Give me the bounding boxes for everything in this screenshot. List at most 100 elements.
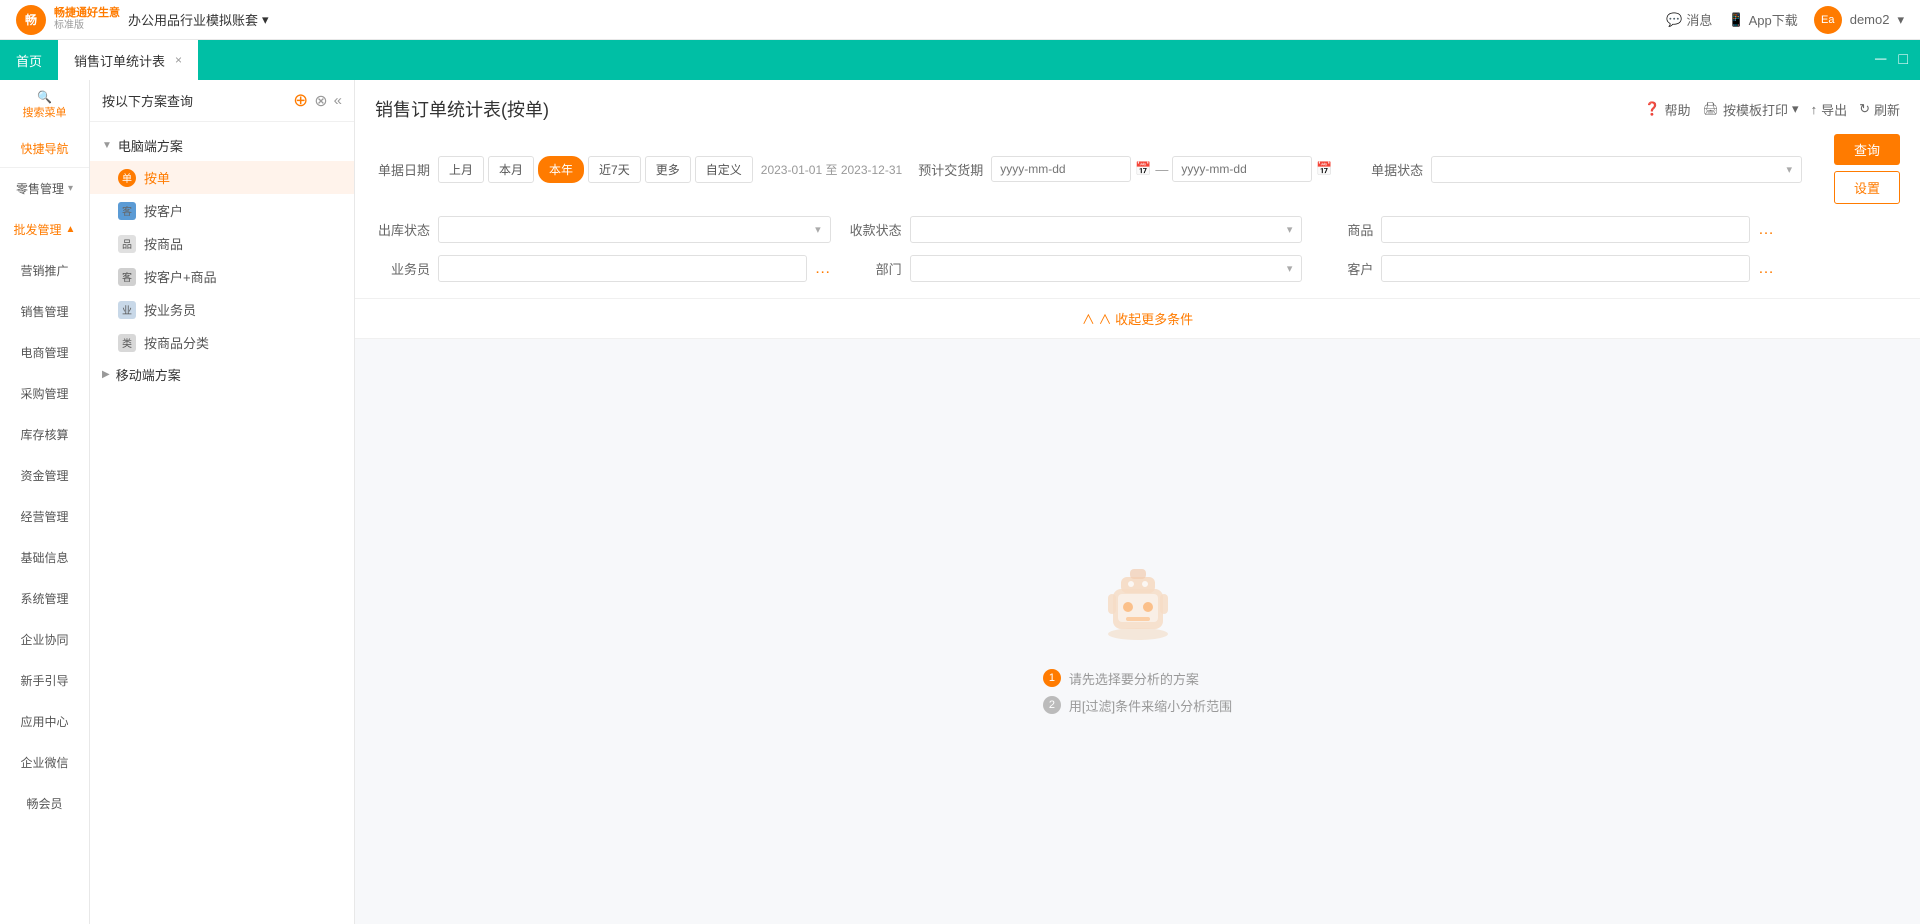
filter-section: 销售订单统计表(按单) ❓ 帮助 🖨 按模板打印 ▾ ↑ (355, 80, 1920, 298)
settings-button[interactable]: 设置 (1834, 171, 1900, 204)
payment-status-select-wrap: ▾ (910, 216, 1303, 243)
sidebar-item-finance[interactable]: 资金管理 (0, 455, 89, 496)
tab-actions: ─ □ (1871, 47, 1920, 73)
product-input[interactable] (1381, 216, 1750, 243)
minimize-icon[interactable]: ─ (1871, 47, 1890, 73)
edit-solution-button[interactable]: ⊗ (314, 91, 327, 111)
product-label: 商品 (1318, 220, 1373, 239)
expected-date-start-input[interactable] (991, 156, 1131, 182)
date-btn-more[interactable]: 更多 (645, 156, 691, 183)
sidebar-item-wechat[interactable]: 企业微信 (0, 742, 89, 783)
solution-group-pc: ▼ 电脑端方案 单 按单 客 按客户 品 按商品 (90, 130, 354, 359)
sidebar-item-ecommerce[interactable]: 电商管理 (0, 332, 89, 373)
sidebar-item-inventory[interactable]: 库存核算 (0, 414, 89, 455)
help-icon: ❓ (1644, 101, 1660, 117)
filter-row-2: 出库状态 ▾ 收款状态 (375, 216, 1900, 243)
account-selector[interactable]: 办公用品行业模拟账套 ▾ (128, 10, 269, 29)
salesperson-ellipsis-icon[interactable]: … (815, 260, 831, 278)
sidebar-item-enterprise[interactable]: 企业协同 (0, 619, 89, 660)
department-select[interactable] (910, 255, 1303, 282)
date-btn-this-year[interactable]: 本年 (538, 156, 584, 183)
help-button[interactable]: ❓ 帮助 (1644, 100, 1690, 119)
main-layout: 🔍 搜索菜单 快捷导航 零售管理 ▾ 批发管理 ▲ 营销推广 销售管理 电商管理… (0, 80, 1920, 924)
expected-date-label: 预计交货期 (918, 160, 983, 179)
solution-item-by-order[interactable]: 单 按单 (90, 161, 354, 194)
sidebar-item-system[interactable]: 系统管理 (0, 578, 89, 619)
search-icon: 🔍 (37, 90, 52, 104)
tip-2-text: 用[过滤]条件来缩小分析范围 (1069, 696, 1232, 715)
refresh-button[interactable]: ↻ 刷新 (1859, 100, 1900, 119)
doc-status-select-wrap: ▾ (1431, 156, 1802, 183)
avatar: Ea (1814, 6, 1842, 34)
solution-panel-title: 按以下方案查询 (102, 91, 193, 110)
user-profile[interactable]: Ea demo2 ▾ (1814, 6, 1904, 34)
topbar-right: 💬 消息 📱 App下载 Ea demo2 ▾ (1666, 6, 1904, 34)
payment-status-select[interactable] (910, 216, 1303, 243)
calendar-end-icon[interactable]: 📅 (1316, 161, 1332, 177)
solution-item-by-customer[interactable]: 客 按客户 (90, 194, 354, 227)
tab-sales-order[interactable]: 销售订单统计表 × (58, 40, 198, 80)
date-btn-7days[interactable]: 近7天 (588, 156, 641, 183)
solution-group-pc-header[interactable]: ▼ 电脑端方案 (90, 130, 354, 161)
solution-group-mobile-header[interactable]: ▶ 移动端方案 (90, 359, 354, 390)
add-solution-button[interactable]: ⊕ (293, 90, 308, 111)
sidebar-item-operations[interactable]: 经营管理 (0, 496, 89, 537)
print-chevron-icon: ▾ (1792, 101, 1799, 117)
customer-ellipsis-icon[interactable]: … (1758, 260, 1774, 278)
app-download-button[interactable]: 📱 App下载 (1728, 10, 1797, 29)
product-field: 商品 … (1318, 216, 1774, 243)
user-chevron-icon: ▾ (1897, 12, 1904, 28)
salesperson-label: 业务员 (375, 259, 430, 278)
sidebar-item-appstore[interactable]: 应用中心 (0, 701, 89, 742)
date-btn-custom[interactable]: 自定义 (695, 156, 753, 183)
solution-item-by-cust-prod[interactable]: 客 按客户+商品 (90, 260, 354, 293)
calendar-start-icon[interactable]: 📅 (1135, 161, 1151, 177)
collapse-bar[interactable]: ∧ ∧ 收起更多条件 (355, 298, 1920, 339)
empty-tip-1: 1 请先选择要分析的方案 (1043, 669, 1232, 688)
salesperson-input[interactable] (438, 255, 807, 282)
sidebar-item-quick-nav[interactable]: 快捷导航 (0, 130, 89, 168)
product-ellipsis-icon[interactable]: … (1758, 221, 1774, 239)
doc-status-select[interactable] (1431, 156, 1802, 183)
sidebar-item-member[interactable]: 畅会员 (0, 783, 89, 824)
customer-label: 客户 (1318, 259, 1373, 278)
sidebar-item-basic[interactable]: 基础信息 (0, 537, 89, 578)
delivery-status-field: 出库状态 ▾ (375, 216, 831, 243)
tab-home[interactable]: 首页 (0, 40, 58, 80)
solution-item-by-product[interactable]: 品 按商品 (90, 227, 354, 260)
empty-tips: 1 请先选择要分析的方案 2 用[过滤]条件来缩小分析范围 (1043, 669, 1232, 715)
tip-2-number: 2 (1043, 696, 1061, 714)
export-button[interactable]: ↑ 导出 (1811, 100, 1848, 119)
delivery-status-select[interactable] (438, 216, 831, 243)
expected-date-end-input[interactable] (1172, 156, 1312, 182)
by-customer-icon: 客 (118, 202, 136, 220)
print-icon: 🖨 (1703, 101, 1720, 117)
by-product-icon: 品 (118, 235, 136, 253)
maximize-icon[interactable]: □ (1894, 47, 1912, 73)
tip-1-text: 请先选择要分析的方案 (1069, 669, 1199, 688)
filter-bar-actions: ❓ 帮助 🖨 按模板打印 ▾ ↑ 导出 ↻ (1644, 100, 1900, 119)
collapse-solution-button[interactable]: « (334, 92, 342, 109)
date-btn-this-month[interactable]: 本月 (488, 156, 534, 183)
sidebar-item-purchase[interactable]: 采购管理 (0, 373, 89, 414)
by-salesperson-icon: 业 (118, 301, 136, 319)
nav-tabs: 首页 销售订单统计表 × ─ □ (0, 40, 1920, 80)
department-field: 部门 ▾ (847, 255, 1303, 282)
customer-input[interactable] (1381, 255, 1750, 282)
sidebar-item-wholesale[interactable]: 批发管理 ▲ (0, 209, 89, 250)
empty-illustration (1088, 549, 1188, 649)
sidebar-item-retail[interactable]: 零售管理 ▾ (0, 168, 89, 209)
query-button[interactable]: 查询 (1834, 134, 1900, 165)
page-title: 销售订单统计表(按单) (375, 96, 549, 122)
sidebar-item-sales[interactable]: 销售管理 (0, 291, 89, 332)
print-button[interactable]: 🖨 按模板打印 ▾ (1703, 100, 1799, 119)
solution-tree: ▼ 电脑端方案 单 按单 客 按客户 品 按商品 (90, 122, 354, 924)
solution-item-by-salesperson[interactable]: 业 按业务员 (90, 293, 354, 326)
sidebar-item-newbie[interactable]: 新手引导 (0, 660, 89, 701)
solution-item-by-category[interactable]: 类 按商品分类 (90, 326, 354, 359)
tab-close-button[interactable]: × (175, 53, 182, 67)
sidebar-search[interactable]: 🔍 搜索菜单 (0, 80, 89, 130)
message-button[interactable]: 💬 消息 (1666, 10, 1712, 29)
sidebar-item-marketing[interactable]: 营销推广 (0, 250, 89, 291)
date-btn-last-month[interactable]: 上月 (438, 156, 484, 183)
